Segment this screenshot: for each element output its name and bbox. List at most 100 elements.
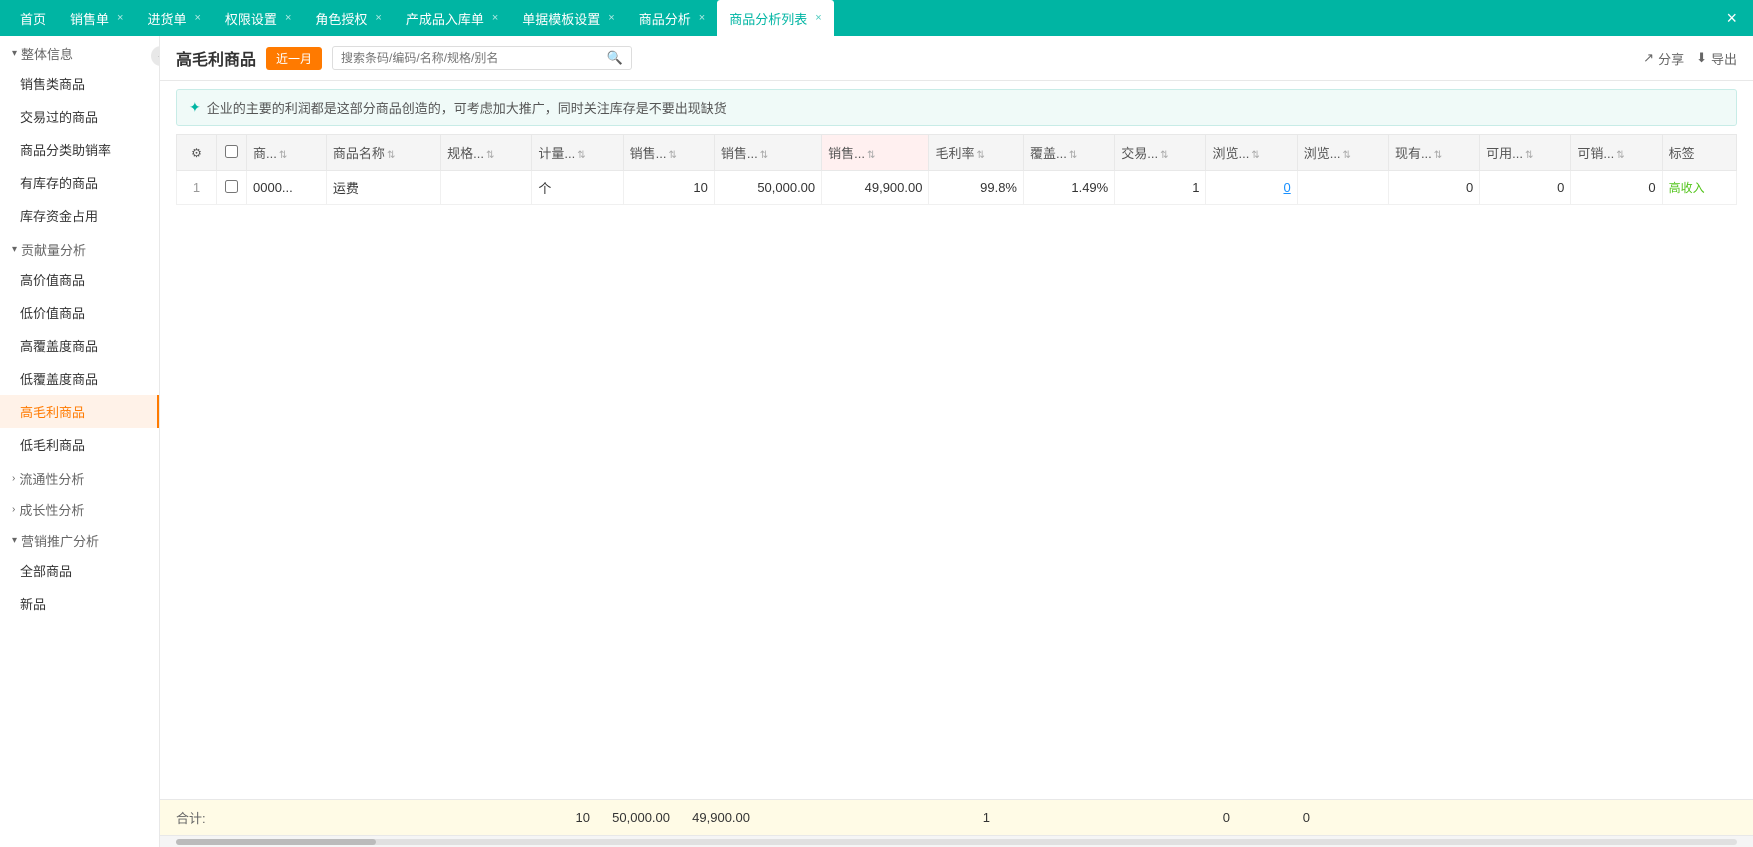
sort-icon-available: ⇅	[1525, 150, 1533, 161]
nav-finished[interactable]: 产成品入库单 ×	[394, 0, 510, 36]
footer-spacer2	[376, 810, 456, 825]
chevron-liquidity: ›	[12, 473, 15, 484]
sort-icon-sales-amt2: ⇅	[867, 150, 875, 161]
sidebar-item-traded-goods[interactable]: 交易过的商品	[0, 100, 159, 133]
close-finished[interactable]: ×	[492, 12, 498, 24]
td-browse1[interactable]: 0	[1206, 171, 1297, 205]
th-transactions[interactable]: 交易...⇅	[1115, 135, 1206, 171]
main-layout: « ▾ 整体信息 销售类商品 交易过的商品 商品分类助销率 有库存的商品 库存资…	[0, 36, 1753, 847]
nav-role[interactable]: 角色授权 ×	[303, 0, 393, 36]
sort-icon-browse2: ⇅	[1343, 150, 1351, 161]
bottom-scrollbar	[160, 835, 1753, 847]
select-all-checkbox[interactable]	[225, 145, 238, 158]
th-code[interactable]: 商...⇅	[247, 135, 327, 171]
th-browse2[interactable]: 浏览...⇅	[1297, 135, 1388, 171]
td-sales-amt1: 50,000.00	[714, 171, 821, 205]
th-coverage[interactable]: 覆盖...⇅	[1024, 135, 1115, 171]
close-all-tabs[interactable]: ×	[1718, 8, 1745, 29]
sidebar-item-low-margin[interactable]: 低毛利商品	[0, 428, 159, 461]
sidebar-item-stock-capital[interactable]: 库存资金占用	[0, 199, 159, 232]
row-checkbox[interactable]	[225, 180, 238, 193]
th-settings[interactable]: ⚙	[177, 135, 217, 171]
sidebar-item-low-coverage[interactable]: 低覆盖度商品	[0, 362, 159, 395]
td-spec	[441, 171, 532, 205]
th-spec[interactable]: 规格...⇅	[441, 135, 532, 171]
nav-analysis[interactable]: 商品分析 ×	[627, 0, 717, 36]
share-icon: ↗	[1643, 50, 1654, 66]
footer-spacer1	[256, 810, 376, 825]
scrollbar-thumb[interactable]	[176, 839, 376, 845]
th-checkbox[interactable]	[217, 135, 247, 171]
group-liquidity[interactable]: › 流通性分析	[0, 461, 159, 492]
td-sales-amt2: 49,900.00	[822, 171, 929, 205]
sort-icon-saleable: ⇅	[1616, 150, 1624, 161]
group-overall[interactable]: ▾ 整体信息	[0, 36, 159, 67]
sidebar-item-high-value[interactable]: 高价值商品	[0, 263, 159, 296]
footer-spacer5	[836, 810, 916, 825]
td-browse2	[1297, 171, 1388, 205]
group-growth[interactable]: › 成长性分析	[0, 492, 159, 523]
nav-sales[interactable]: 销售单 ×	[58, 0, 135, 36]
sort-icon-spec: ⇅	[486, 150, 494, 161]
content-spacer	[160, 467, 1753, 800]
th-unit[interactable]: 计量...⇅	[532, 135, 623, 171]
close-analysis[interactable]: ×	[699, 12, 705, 24]
scrollbar-track	[176, 839, 1737, 845]
content-area: 高毛利商品 近一月 🔍 ↗ 分享 ⬇ 导出 ✦ 企业的主要的利润都是这部分商品创…	[160, 36, 1753, 847]
share-button[interactable]: ↗ 分享	[1643, 49, 1684, 68]
header-actions: ↗ 分享 ⬇ 导出	[1643, 49, 1737, 68]
export-button[interactable]: ⬇ 导出	[1696, 49, 1737, 68]
td-transactions: 1	[1115, 171, 1206, 205]
sidebar-item-low-value[interactable]: 低价值商品	[0, 296, 159, 329]
nav-analysis-list[interactable]: 商品分析列表 ×	[717, 0, 833, 36]
td-saleable: 0	[1571, 171, 1662, 205]
sort-icon-unit: ⇅	[577, 150, 585, 161]
td-current: 0	[1388, 171, 1479, 205]
sidebar-item-sales-goods[interactable]: 销售类商品	[0, 67, 159, 100]
th-sales-amt2[interactable]: 销售...⇅	[822, 135, 929, 171]
sidebar: « ▾ 整体信息 销售类商品 交易过的商品 商品分类助销率 有库存的商品 库存资…	[0, 36, 160, 847]
sort-icon-code: ⇅	[279, 150, 287, 161]
th-name[interactable]: 商品名称⇅	[326, 135, 440, 171]
search-icon[interactable]: 🔍	[607, 50, 623, 66]
sort-icon-browse1: ⇅	[1251, 150, 1259, 161]
sidebar-item-all-goods[interactable]: 全部商品	[0, 554, 159, 587]
th-tag[interactable]: 标签	[1662, 135, 1736, 171]
content-header: 高毛利商品 近一月 🔍 ↗ 分享 ⬇ 导出	[160, 36, 1753, 81]
search-box: 🔍	[332, 46, 632, 70]
th-available[interactable]: 可用...⇅	[1480, 135, 1571, 171]
info-banner: ✦ 企业的主要的利润都是这部分商品创造的，可考虑加大推广，同时关注库存是不要出现…	[176, 89, 1737, 126]
th-sales-qty[interactable]: 销售...⇅	[623, 135, 714, 171]
close-analysis-list[interactable]: ×	[815, 12, 821, 24]
date-filter-button[interactable]: 近一月	[266, 47, 322, 70]
td-row-checkbox[interactable]	[217, 171, 247, 205]
group-marketing[interactable]: ▾ 营销推广分析	[0, 523, 159, 554]
close-template[interactable]: ×	[608, 12, 614, 24]
sort-icon-coverage: ⇅	[1069, 150, 1077, 161]
nav-home[interactable]: 首页	[8, 0, 58, 36]
sidebar-item-high-margin[interactable]: 高毛利商品	[0, 395, 159, 428]
close-role[interactable]: ×	[375, 12, 381, 24]
th-gross-rate[interactable]: 毛利率⇅	[929, 135, 1024, 171]
footer-values: 10 50,000.00 49,900.00 1 0 0	[256, 810, 1737, 825]
footer-label: 合计:	[176, 808, 256, 827]
nav-template[interactable]: 单据模板设置 ×	[510, 0, 626, 36]
sidebar-item-category-rate[interactable]: 商品分类助销率	[0, 133, 159, 166]
close-purchase[interactable]: ×	[194, 12, 200, 24]
sidebar-item-high-coverage[interactable]: 高覆盖度商品	[0, 329, 159, 362]
th-saleable[interactable]: 可销...⇅	[1571, 135, 1662, 171]
close-permission[interactable]: ×	[285, 12, 291, 24]
th-sales-amt1[interactable]: 销售...⇅	[714, 135, 821, 171]
sidebar-item-new-goods[interactable]: 新品	[0, 587, 159, 620]
td-name: 运费	[326, 171, 440, 205]
sidebar-item-stock-goods[interactable]: 有库存的商品	[0, 166, 159, 199]
th-browse1[interactable]: 浏览...⇅	[1206, 135, 1297, 171]
nav-permission[interactable]: 权限设置 ×	[213, 0, 303, 36]
group-contribution[interactable]: ▾ 贡献量分析	[0, 232, 159, 263]
nav-purchase[interactable]: 进货单 ×	[135, 0, 212, 36]
search-input[interactable]	[341, 51, 607, 65]
sort-icon-sales-amt1: ⇅	[760, 150, 768, 161]
close-sales[interactable]: ×	[117, 12, 123, 24]
sort-icon-transactions: ⇅	[1160, 150, 1168, 161]
th-current[interactable]: 现有...⇅	[1388, 135, 1479, 171]
